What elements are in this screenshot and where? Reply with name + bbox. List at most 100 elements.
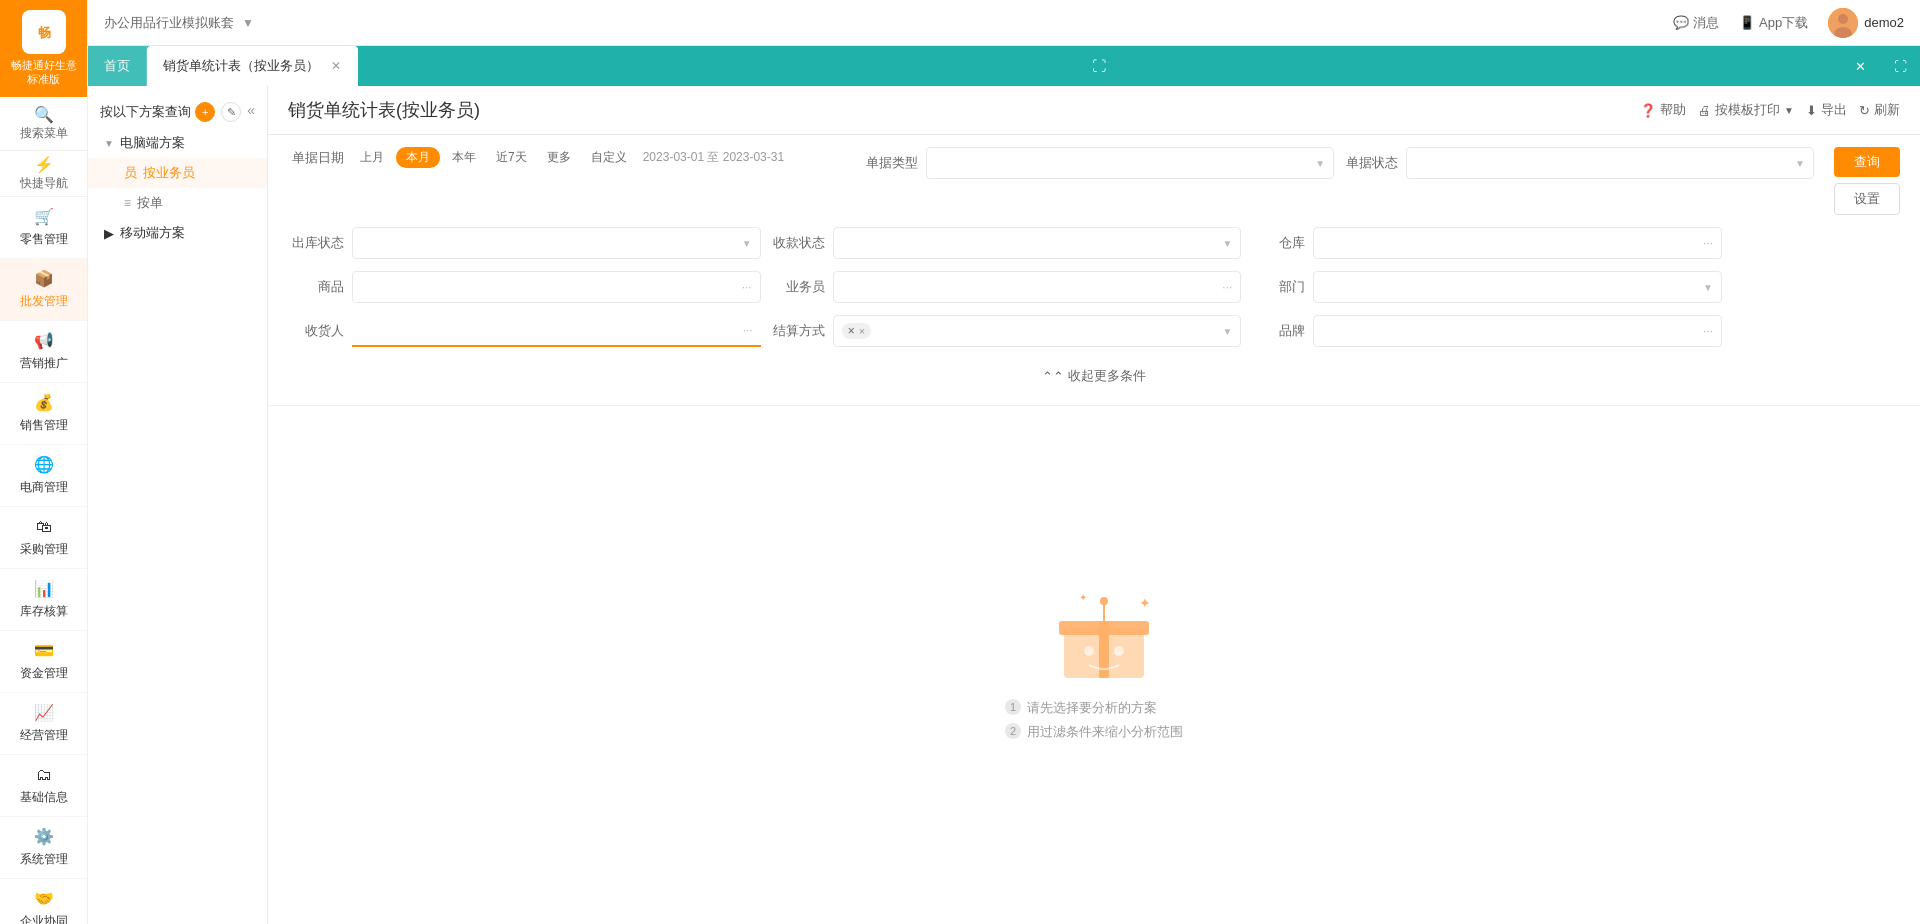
topbar-right: 💬 消息 📱 App下载 demo2	[1673, 8, 1904, 38]
warehouse-select[interactable]: ···	[1313, 227, 1722, 259]
sidebar-quick-nav[interactable]: ⚡ 快捷导航	[0, 151, 87, 197]
tab-sales-stat[interactable]: 销货单统计表（按业务员） ✕	[147, 46, 358, 86]
sidebar-item-system[interactable]: ⚙️ 系统管理	[0, 817, 87, 879]
out-status-select[interactable]: ▼	[352, 227, 761, 259]
wholesale-icon: 📦	[34, 269, 54, 289]
help-icon: ❓	[1640, 103, 1656, 118]
sidebar-item-retail[interactable]: 🛒 零售管理	[0, 197, 87, 259]
edit-scheme-btn[interactable]: ✎	[221, 102, 241, 122]
action-buttons: 查询 设置	[1834, 147, 1900, 215]
sidebar-item-marketing[interactable]: 📢 营销推广	[0, 321, 87, 383]
staff-dots[interactable]: ···	[1222, 280, 1232, 294]
topbar-message-btn[interactable]: 💬 消息	[1673, 14, 1719, 32]
goods-select[interactable]: ···	[352, 271, 761, 303]
print-btn[interactable]: 🖨 按模板打印 ▼	[1698, 101, 1794, 119]
tab-home[interactable]: 首页	[88, 46, 147, 86]
finance-icon: 💳	[34, 641, 54, 661]
inventory-icon: 📊	[34, 579, 54, 599]
sidebar-item-purchase[interactable]: 🛍 采购管理	[0, 507, 87, 569]
collect-status-select[interactable]: ▼	[833, 227, 1242, 259]
goods-dots[interactable]: ···	[742, 280, 752, 294]
phone-icon: 📱	[1739, 15, 1755, 30]
warehouse-dots[interactable]: ···	[1703, 236, 1713, 250]
sidebar-item-finance[interactable]: 💳 资金管理	[0, 631, 87, 693]
sales-stat-tab-label: 销货单统计表（按业务员）	[163, 57, 319, 75]
sidebar-item-ecom[interactable]: 🌐 电商管理	[0, 445, 87, 507]
sidebar-item-wholesale[interactable]: 📦 批发管理	[0, 259, 87, 321]
doc-status-select[interactable]: ▼	[1406, 147, 1814, 179]
topbar-dropdown-icon[interactable]: ▼	[242, 16, 254, 30]
topbar-user[interactable]: demo2	[1828, 8, 1904, 38]
tree-by-staff-item[interactable]: 员 按业务员	[88, 158, 267, 188]
left-panel: 按以下方案查询 + ✎ « ▼ 电脑端方案 员 按业务员 ≡ 按单 ▶	[88, 86, 268, 924]
tab-close-window-btn[interactable]: ✕	[1840, 46, 1880, 86]
export-btn[interactable]: ⬇ 导出	[1806, 101, 1847, 119]
dept-label: 部门	[1249, 278, 1305, 296]
sidebar-item-inventory[interactable]: 📊 库存核算	[0, 569, 87, 631]
svg-point-11	[1114, 646, 1124, 656]
collect-status-chevron: ▼	[1222, 238, 1232, 249]
date-this-month-btn[interactable]: 本月	[396, 147, 440, 168]
tree-mobile-section[interactable]: ▶ 移动端方案	[88, 218, 267, 248]
settle-tag-remove-btn[interactable]: ×	[859, 325, 865, 337]
home-tab-label: 首页	[104, 57, 130, 75]
svg-point-13	[1100, 597, 1108, 605]
tree-by-order-item[interactable]: ≡ 按单	[88, 188, 267, 218]
collapse-filters-btn[interactable]: ⌃⌃ 收起更多条件	[1042, 367, 1146, 385]
sidebar-item-base[interactable]: 🗂 基础信息	[0, 755, 87, 817]
collapse-panel-btn[interactable]: «	[247, 102, 255, 122]
print-dropdown-icon: ▼	[1784, 105, 1794, 116]
corp-icon: 🤝	[34, 889, 54, 909]
tree-expand-icon: ▼	[104, 138, 114, 149]
date-range-text: 2023-03-01 至 2023-03-31	[643, 149, 784, 166]
svg-text:✦: ✦	[1139, 595, 1151, 611]
receiver-input[interactable]: ···	[352, 315, 761, 347]
tabbar: 首页 销货单统计表（按业务员） ✕ ⛶ ✕ ⛶	[88, 46, 1920, 86]
hint-num-1: 1	[1005, 699, 1021, 715]
settle-select[interactable]: × × ▼	[833, 315, 1242, 347]
main-area: 办公用品行业模拟账套 ▼ 💬 消息 📱 App下载 demo2 首页	[88, 0, 1920, 924]
search-icon: 🔍	[34, 105, 54, 125]
page-title-row: 销货单统计表(按业务员) ❓ 帮助 🖨 按模板打印 ▼	[288, 98, 1900, 122]
page-actions: ❓ 帮助 🖨 按模板打印 ▼ ⬇ 导出	[1640, 101, 1900, 119]
date-custom-btn[interactable]: 自定义	[583, 147, 635, 168]
dept-select[interactable]: ▼	[1313, 271, 1722, 303]
filter-area: 单据日期 上月 本月 本年 近7天 更多 自定义 2023-03-01 至 20…	[268, 135, 1920, 405]
query-btn[interactable]: 查询	[1834, 147, 1900, 177]
collect-status-label: 收款状态	[769, 234, 825, 252]
svg-text:✦: ✦	[1079, 592, 1087, 603]
brand-dots[interactable]: ···	[1703, 324, 1713, 338]
sidebar-item-corp[interactable]: 🤝 企业协同	[0, 879, 87, 924]
out-status-chevron: ▼	[742, 238, 752, 249]
sidebar-item-ops[interactable]: 📈 经营管理	[0, 693, 87, 755]
staff-select[interactable]: ···	[833, 271, 1242, 303]
help-btn[interactable]: ❓ 帮助	[1640, 101, 1686, 119]
refresh-btn[interactable]: ↻ 刷新	[1859, 101, 1900, 119]
date-more-btn[interactable]: 更多	[539, 147, 579, 168]
tab-maximize-btn[interactable]: ⛶	[1880, 46, 1920, 86]
topbar-app-download-btn[interactable]: 📱 App下载	[1739, 14, 1808, 32]
brand-select[interactable]: ···	[1313, 315, 1722, 347]
settings-btn[interactable]: 设置	[1834, 183, 1900, 215]
tree-by-order-label: 按单	[137, 194, 163, 212]
left-panel-title: 按以下方案查询	[100, 103, 191, 121]
date-7days-btn[interactable]: 近7天	[488, 147, 535, 168]
add-scheme-btn[interactable]: +	[195, 102, 215, 122]
sidebar-logo[interactable]: 畅 畅捷通好生意标准版	[0, 0, 87, 97]
staff-label: 业务员	[769, 278, 825, 296]
sidebar-search-item[interactable]: 🔍 搜索菜单	[0, 97, 87, 151]
tree-mobile-expand-icon: ▶	[104, 226, 114, 241]
compass-icon: ⚡	[34, 155, 54, 175]
date-last-month-btn[interactable]: 上月	[352, 147, 392, 168]
doc-type-select[interactable]: ▼	[926, 147, 1334, 179]
ops-icon: 📈	[34, 703, 54, 723]
sidebar-item-sales[interactable]: 💰 销售管理	[0, 383, 87, 445]
settle-chevron: ▼	[1222, 326, 1232, 337]
receiver-dots[interactable]: ···	[743, 323, 753, 337]
tab-expand-btn[interactable]: ⛶	[1079, 46, 1119, 86]
doc-status-label: 单据状态	[1342, 154, 1398, 172]
tab-close-btn[interactable]: ✕	[331, 59, 341, 73]
date-this-year-btn[interactable]: 本年	[444, 147, 484, 168]
doc-type-label: 单据类型	[862, 154, 918, 172]
system-icon: ⚙️	[34, 827, 54, 847]
